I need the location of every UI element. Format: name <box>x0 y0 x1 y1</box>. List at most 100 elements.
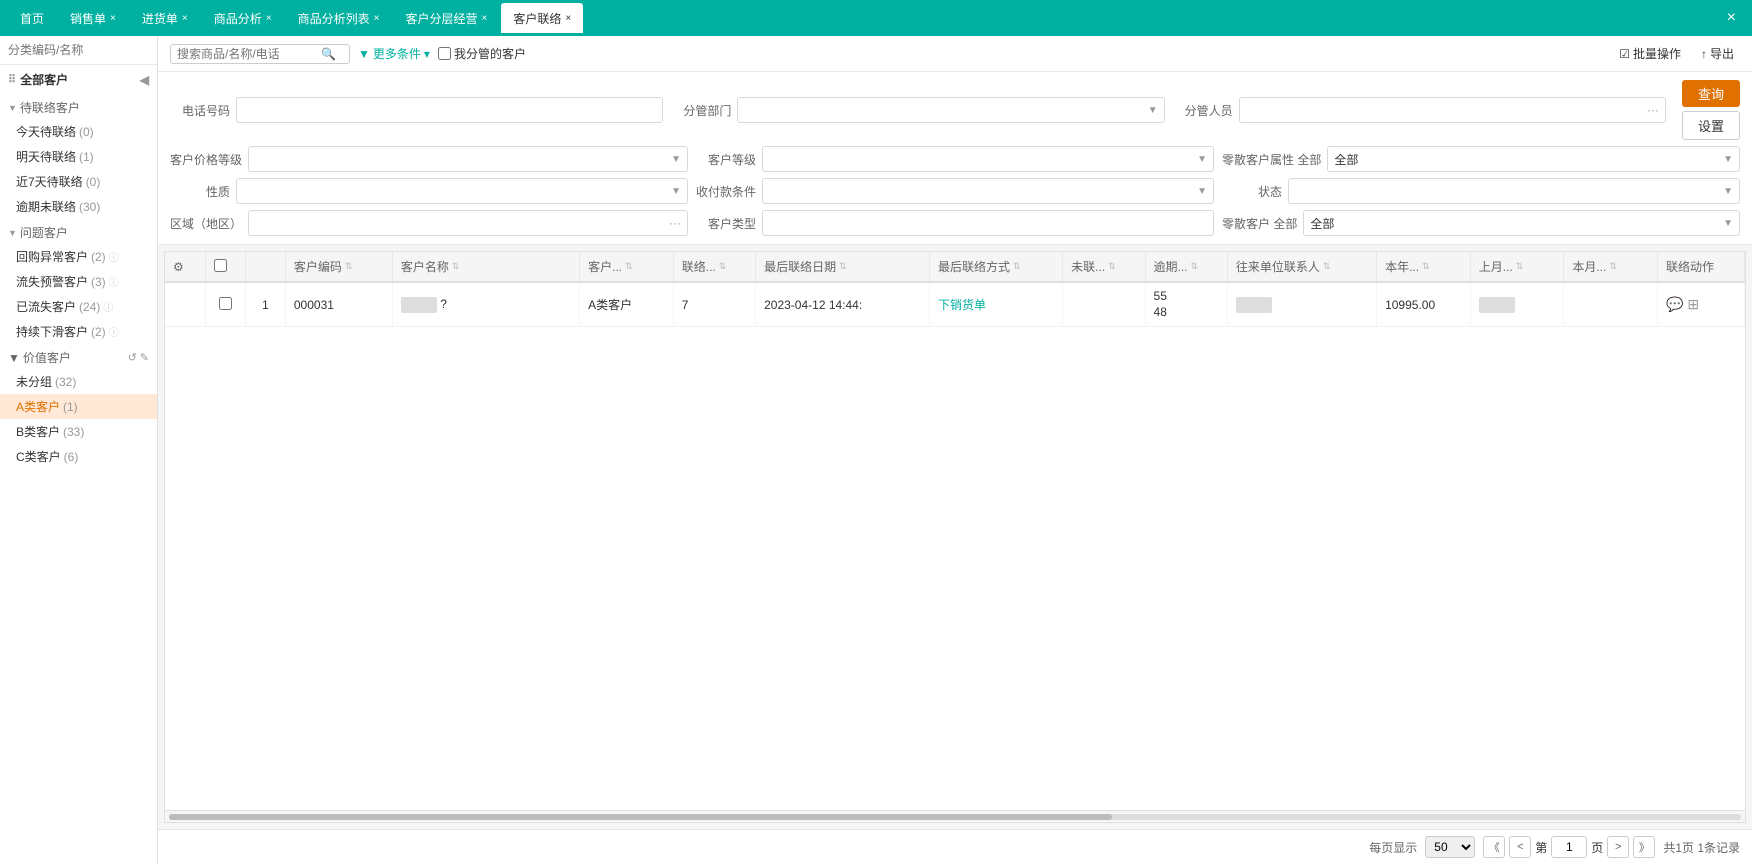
last-page-button[interactable]: 》 <box>1633 836 1655 858</box>
td-checkbox[interactable] <box>205 282 245 327</box>
th-checkbox[interactable] <box>205 252 245 282</box>
filter-search-input[interactable] <box>177 47 317 61</box>
sidebar-all-customers[interactable]: ⠿ 全部客户 ◀ <box>0 65 157 94</box>
search-icon[interactable]: 🔍 <box>321 47 336 61</box>
select-all-checkbox[interactable] <box>214 259 227 272</box>
sidebar-item-ungroup[interactable]: 未分组 (32) <box>0 369 157 394</box>
next-page-button[interactable]: > <box>1607 836 1629 858</box>
sidebar-item-overdue[interactable]: 逾期未联络 (30) <box>0 194 157 219</box>
row-checkbox[interactable] <box>219 297 232 310</box>
sidebar-item-7days[interactable]: 近7天待联络 (0) <box>0 169 157 194</box>
close-icon[interactable]: × <box>374 13 380 24</box>
nav-home[interactable]: 首页 <box>8 3 56 33</box>
table-scroll[interactable]: ⚙ 客户编码 ⇅ <box>165 252 1745 810</box>
first-page-button[interactable]: 《 <box>1483 836 1505 858</box>
manager-input[interactable]: ··· <box>1239 97 1666 123</box>
page-size-select[interactable]: 50 20 100 <box>1425 836 1475 858</box>
sidebar-item-churn-warning[interactable]: 流失预警客户 (3) ⓘ <box>0 269 157 294</box>
sidebar-group-pending[interactable]: ▼ 待联络客户 <box>0 94 157 119</box>
export-button[interactable]: ↑ 导出 <box>1695 42 1740 65</box>
customer-type-input[interactable] <box>762 210 1214 236</box>
nav-tab-sales[interactable]: 销售单 × <box>58 3 128 33</box>
nav-tab-purchase[interactable]: 进货单 × <box>130 3 200 33</box>
c-class-count: (6) <box>64 450 79 464</box>
query-button[interactable]: 查询 <box>1682 80 1740 107</box>
sidebar-item-repurchase[interactable]: 回购异常客户 (2) ⓘ <box>0 244 157 269</box>
settings-icon[interactable]: ⚙ <box>173 260 184 274</box>
my-customers-checkbox[interactable]: 我分管的客户 <box>438 45 526 62</box>
th-settings[interactable]: ⚙ <box>165 252 205 282</box>
more-filters-button[interactable]: ▼ 更多条件 ▾ <box>358 45 430 62</box>
horizontal-scrollbar[interactable] <box>165 810 1745 822</box>
close-icon[interactable]: × <box>481 13 487 24</box>
customer-level-select[interactable]: ▼ <box>762 146 1214 172</box>
nav-tab-customer-contact[interactable]: 客户联络 × <box>501 3 583 33</box>
info-icon[interactable]: ⓘ <box>109 324 119 339</box>
sidebar-group-value[interactable]: ▼ 价值客户 ↺ ✎ <box>0 344 157 369</box>
price-level-select[interactable]: ▼ <box>248 146 688 172</box>
th-name[interactable]: 客户名称 ⇅ <box>392 252 579 282</box>
sort-icon: ⇅ <box>1108 261 1116 272</box>
sidebar-item-today[interactable]: 今天待联络 (0) <box>0 119 157 144</box>
info-icon[interactable]: ⓘ <box>109 249 119 264</box>
sidebar-group-problem[interactable]: ▼ 问题客户 <box>0 219 157 244</box>
th-lastmonth[interactable]: 上月... ⇅ <box>1470 252 1564 282</box>
td-method[interactable]: 下销货单 <box>930 282 1063 327</box>
close-all-button[interactable]: × <box>1719 5 1744 31</box>
nav-tab-analysis[interactable]: 商品分析 × <box>202 3 284 33</box>
th-contact[interactable]: 联络... ⇅ <box>673 252 755 282</box>
th-overdue[interactable]: 逾期... ⇅ <box>1145 252 1227 282</box>
th-code[interactable]: 客户编码 ⇅ <box>285 252 392 282</box>
phone-label: 电话号码 <box>170 102 230 119</box>
nav-tab-customer-segment-label: 客户分层经营 <box>405 10 477 27</box>
last-method-link[interactable]: 下销货单 <box>938 298 986 312</box>
payment-select[interactable]: ▼ <box>762 178 1214 204</box>
sidebar-item-b-class[interactable]: B类客户 (33) <box>0 419 157 444</box>
region-input[interactable]: ··· <box>248 210 688 236</box>
qr-icon[interactable]: ⊞ <box>1687 296 1699 313</box>
scatter-customer-select[interactable]: 全部 ▼ <box>1303 210 1740 236</box>
sidebar-item-c-class[interactable]: C类客户 (6) <box>0 444 157 469</box>
message-icon[interactable]: 💬 <box>1666 296 1683 313</box>
sidebar-item-churned[interactable]: 已流失客户 (24) ⓘ <box>0 294 157 319</box>
th-coworker[interactable]: 往来单位联系人 ⇅ <box>1227 252 1376 282</box>
sidebar-item-declining[interactable]: 持续下滑客户 (2) ⓘ <box>0 319 157 344</box>
dept-select[interactable]: ▼ <box>737 97 1164 123</box>
sidebar-search-bar: 🔍 <box>0 36 157 65</box>
prev-page-button[interactable]: < <box>1509 836 1531 858</box>
sidebar-item-a-class[interactable]: A类客户 (1) <box>0 394 157 419</box>
th-method[interactable]: 最后联络方式 ⇅ <box>930 252 1063 282</box>
page-number-input[interactable] <box>1551 836 1587 858</box>
edit-icon[interactable]: ✎ <box>140 351 149 364</box>
nav-tab-customer-segment[interactable]: 客户分层经营 × <box>393 3 499 33</box>
th-type[interactable]: 客户... ⇅ <box>580 252 674 282</box>
settings-button[interactable]: 设置 <box>1682 111 1740 140</box>
collapse-icon[interactable]: ◀ <box>140 73 149 87</box>
info-icon[interactable]: ⓘ <box>109 274 119 289</box>
nav-tab-analysis-list[interactable]: 商品分析列表 × <box>286 3 392 33</box>
close-icon[interactable]: × <box>110 13 116 24</box>
batch-ops-button[interactable]: ☑ 批量操作 <box>1613 42 1687 65</box>
refresh-icon[interactable]: ↺ <box>128 351 137 364</box>
th-thismonth[interactable]: 本月... ⇅ <box>1564 252 1658 282</box>
filter-region: 区域（地区） ··· <box>170 210 688 236</box>
th-num <box>245 252 285 282</box>
th-unlinkdays[interactable]: 未联... ⇅ <box>1063 252 1145 282</box>
close-icon[interactable]: × <box>266 13 272 24</box>
scatter-attr-select[interactable]: 全部 ▼ <box>1327 146 1740 172</box>
phone-input[interactable] <box>236 97 663 123</box>
scroll-thumb[interactable] <box>169 814 1112 820</box>
ungroup-label: 未分组 <box>16 373 52 390</box>
th-year[interactable]: 本年... ⇅ <box>1377 252 1471 282</box>
sidebar-item-tomorrow[interactable]: 明天待联络 (1) <box>0 144 157 169</box>
close-icon[interactable]: × <box>565 13 571 24</box>
my-customers-check[interactable] <box>438 47 451 60</box>
th-date[interactable]: 最后联络日期 ⇅ <box>756 252 930 282</box>
nature-select[interactable]: ▼ <box>236 178 688 204</box>
ungroup-count: (32) <box>55 375 76 389</box>
close-icon[interactable]: × <box>182 13 188 24</box>
info-icon[interactable]: ⓘ <box>103 299 113 314</box>
sidebar-search-input[interactable] <box>8 43 158 57</box>
status-select[interactable]: ▼ <box>1288 178 1740 204</box>
sort-icon: ⇅ <box>719 261 727 272</box>
